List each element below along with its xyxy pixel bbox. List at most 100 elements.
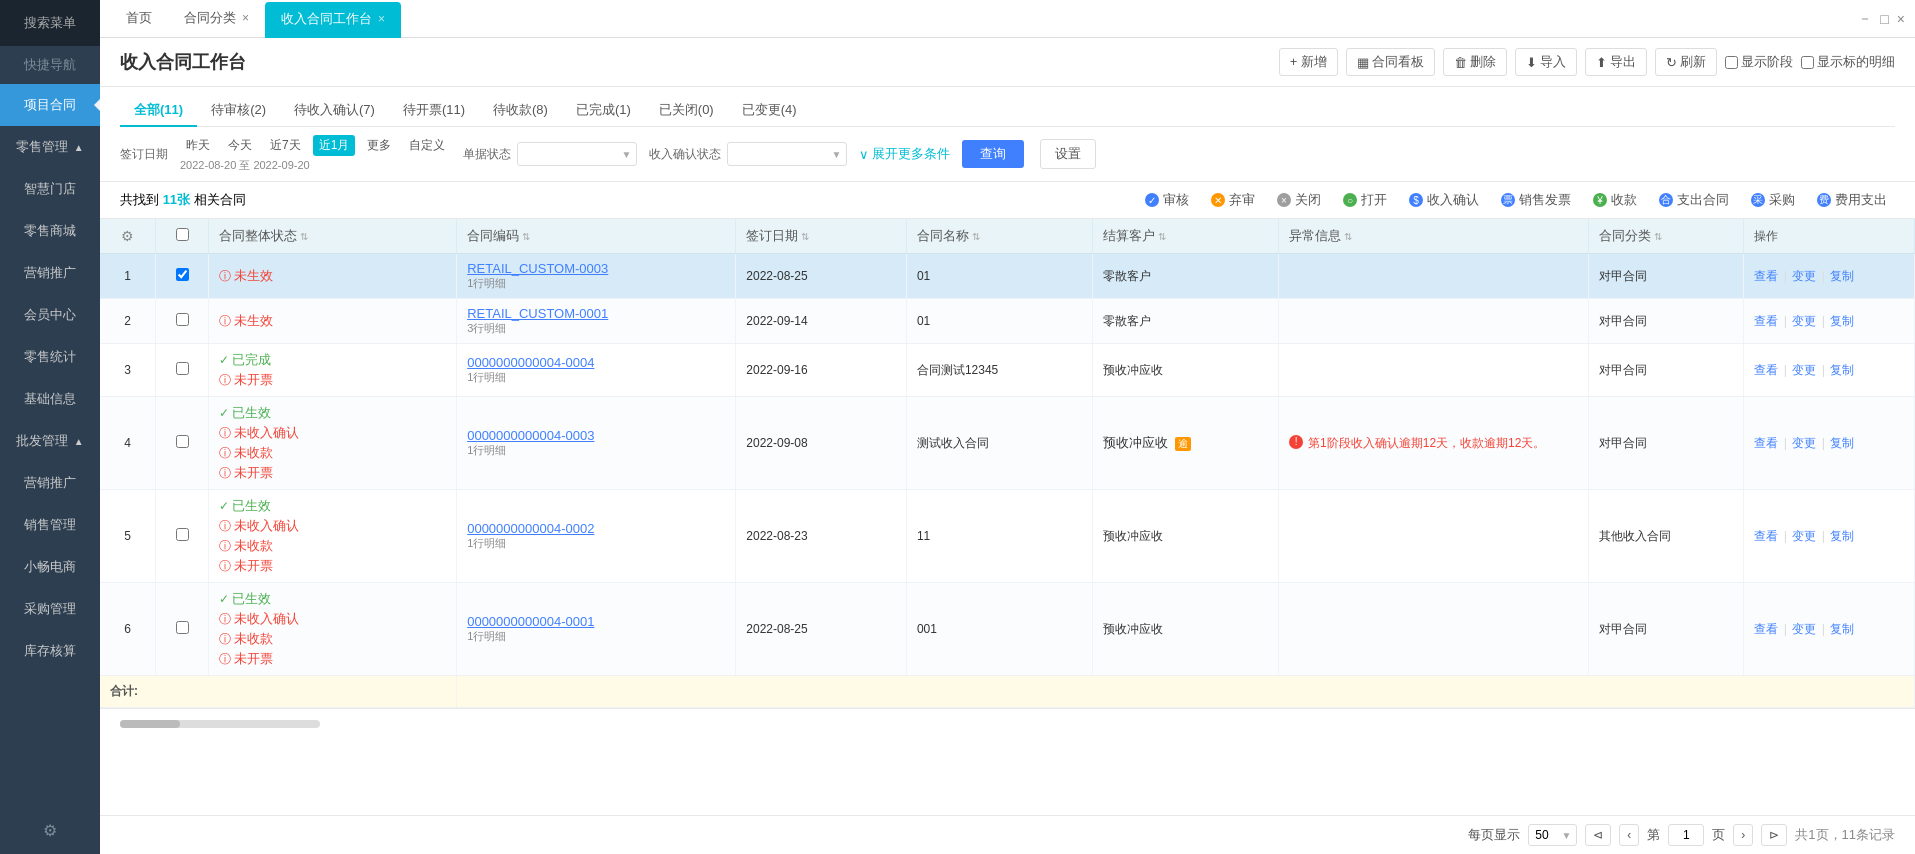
op-view[interactable]: 查看 <box>1754 314 1778 328</box>
date-opt-yesterday[interactable]: 昨天 <box>180 135 216 156</box>
sales-invoice-btn[interactable]: 票 销售发票 <box>1493 188 1579 212</box>
show-detail-checkbox[interactable] <box>1801 56 1814 69</box>
op-copy[interactable]: 复制 <box>1830 436 1854 450</box>
filter-tab-pending-invoice[interactable]: 待开票(11) <box>389 95 479 127</box>
tab-close-contract-type[interactable]: × <box>242 11 249 25</box>
filter-tab-pending-payment[interactable]: 待收款(8) <box>479 95 562 127</box>
delete-button[interactable]: 🗑 删除 <box>1443 48 1507 76</box>
sidebar-quick-nav[interactable]: 快捷导航 <box>0 46 100 84</box>
payment-btn[interactable]: ¥ 收款 <box>1585 188 1645 212</box>
sidebar-search[interactable]: 搜索菜单 <box>0 0 100 46</box>
sort-name-icon[interactable]: ⇅ <box>972 231 980 242</box>
sidebar-item-basic-info[interactable]: 基础信息 <box>0 378 100 420</box>
review-btn[interactable]: ✓ 审核 <box>1137 188 1197 212</box>
sidebar-item-marketing[interactable]: 营销推广 <box>0 252 100 294</box>
contract-code-link[interactable]: 0000000000004-0004 <box>467 355 594 370</box>
sidebar-item-wholesale-mgmt[interactable]: 批发管理 ▲ <box>0 420 100 462</box>
row-checkbox[interactable] <box>176 362 189 375</box>
contract-code-link[interactable]: 0000000000004-0002 <box>467 521 594 536</box>
filter-tab-all[interactable]: 全部(11) <box>120 95 197 127</box>
settings-col-icon[interactable]: ⚙ <box>121 228 134 244</box>
new-button[interactable]: + 新增 <box>1279 48 1338 76</box>
row-checkbox[interactable] <box>176 313 189 326</box>
sidebar-item-member-center[interactable]: 会员中心 <box>0 294 100 336</box>
sidebar-item-smart-store[interactable]: 智慧门店 <box>0 168 100 210</box>
abandon-review-btn[interactable]: ✕ 弃审 <box>1203 188 1263 212</box>
settings-icon[interactable]: ⚙ <box>0 807 100 854</box>
select-all-checkbox[interactable] <box>176 228 189 241</box>
sidebar-item-project-contract[interactable]: 项目合同 <box>0 84 100 126</box>
close-btn[interactable]: × 关闭 <box>1269 188 1329 212</box>
last-page-btn[interactable]: ⊳ <box>1761 824 1787 846</box>
sort-code-icon[interactable]: ⇅ <box>522 231 530 242</box>
sidebar-item-marketing2[interactable]: 营销推广 <box>0 462 100 504</box>
income-confirm-btn[interactable]: $ 收入确认 <box>1401 188 1487 212</box>
row-checkbox[interactable] <box>176 528 189 541</box>
op-change[interactable]: 变更 <box>1792 363 1816 377</box>
op-copy[interactable]: 复制 <box>1830 314 1854 328</box>
sort-date-icon[interactable]: ⇅ <box>801 231 809 242</box>
row-checkbox[interactable] <box>176 621 189 634</box>
horizontal-scrollbar[interactable] <box>120 720 320 728</box>
tab-close-income-workbench[interactable]: × <box>378 12 385 26</box>
query-button[interactable]: 查询 <box>962 140 1024 168</box>
op-copy[interactable]: 复制 <box>1830 269 1854 283</box>
date-opt-1month[interactable]: 近1月 <box>313 135 356 156</box>
minimize-icon[interactable]: － <box>1858 10 1872 28</box>
expense-contract-btn[interactable]: 合 支出合同 <box>1651 188 1737 212</box>
op-change[interactable]: 变更 <box>1792 529 1816 543</box>
op-change[interactable]: 变更 <box>1792 436 1816 450</box>
page-size-select[interactable]: 50 20 100 <box>1528 824 1577 846</box>
set-button[interactable]: 设置 <box>1040 139 1096 169</box>
sort-error-icon[interactable]: ⇅ <box>1344 231 1352 242</box>
next-page-btn[interactable]: › <box>1733 824 1753 846</box>
tab-home[interactable]: 首页 <box>110 0 168 38</box>
filter-tab-pending-review[interactable]: 待审核(2) <box>197 95 280 127</box>
contract-code-link[interactable]: RETAIL_CUSTOM-0001 <box>467 306 608 321</box>
sort-status-icon[interactable]: ⇅ <box>300 231 308 242</box>
sidebar-item-retail-stats[interactable]: 零售统计 <box>0 336 100 378</box>
scrollbar-thumb[interactable] <box>120 720 180 728</box>
sidebar-item-sales-mgmt[interactable]: 销售管理 <box>0 504 100 546</box>
date-opt-7days[interactable]: 近7天 <box>264 135 307 156</box>
op-view[interactable]: 查看 <box>1754 363 1778 377</box>
tab-income-workbench[interactable]: 收入合同工作台 × <box>265 2 401 38</box>
contract-code-link[interactable]: 0000000000004-0001 <box>467 614 594 629</box>
op-change[interactable]: 变更 <box>1792 622 1816 636</box>
filter-tab-completed[interactable]: 已完成(1) <box>562 95 645 127</box>
row-checkbox[interactable] <box>176 268 189 281</box>
date-opt-today[interactable]: 今天 <box>222 135 258 156</box>
date-opt-more[interactable]: 更多 <box>361 135 397 156</box>
purchase-btn[interactable]: 采 采购 <box>1743 188 1803 212</box>
show-fields-checkbox[interactable] <box>1725 56 1738 69</box>
import-button[interactable]: ⬇ 导入 <box>1515 48 1577 76</box>
expand-more-btn[interactable]: ∨ 展开更多条件 <box>859 145 950 163</box>
date-opt-custom[interactable]: 自定义 <box>403 135 451 156</box>
sidebar-item-purchase-mgmt[interactable]: 采购管理 <box>0 588 100 630</box>
sort-customer-icon[interactable]: ⇅ <box>1158 231 1166 242</box>
sidebar-item-retail-mgmt[interactable]: 零售管理 ▲ <box>0 126 100 168</box>
open-btn[interactable]: ○ 打开 <box>1335 188 1395 212</box>
sidebar-item-retail-mall[interactable]: 零售商城 <box>0 210 100 252</box>
refresh-button[interactable]: ↻ 刷新 <box>1655 48 1717 76</box>
first-page-btn[interactable]: ⊲ <box>1585 824 1611 846</box>
scroll-bar-area[interactable] <box>100 708 1915 738</box>
filter-tab-closed[interactable]: 已关闭(0) <box>645 95 728 127</box>
close-icon[interactable]: × <box>1897 11 1905 27</box>
op-change[interactable]: 变更 <box>1792 314 1816 328</box>
op-view[interactable]: 查看 <box>1754 269 1778 283</box>
export-button[interactable]: ⬆ 导出 <box>1585 48 1647 76</box>
sidebar-item-inventory[interactable]: 库存核算 <box>0 630 100 672</box>
op-view[interactable]: 查看 <box>1754 436 1778 450</box>
contract-code-link[interactable]: RETAIL_CUSTOM-0003 <box>467 261 608 276</box>
prev-page-btn[interactable]: ‹ <box>1619 824 1639 846</box>
op-view[interactable]: 查看 <box>1754 529 1778 543</box>
op-copy[interactable]: 复制 <box>1830 363 1854 377</box>
contract-code-link[interactable]: 0000000000004-0003 <box>467 428 594 443</box>
expense-out-btn[interactable]: 费 费用支出 <box>1809 188 1895 212</box>
sort-type-icon[interactable]: ⇅ <box>1654 231 1662 242</box>
op-copy[interactable]: 复制 <box>1830 529 1854 543</box>
tab-contract-type[interactable]: 合同分类 × <box>168 0 265 38</box>
page-number-input[interactable] <box>1668 824 1704 846</box>
filter-tab-pending-confirm[interactable]: 待收入确认(7) <box>280 95 389 127</box>
